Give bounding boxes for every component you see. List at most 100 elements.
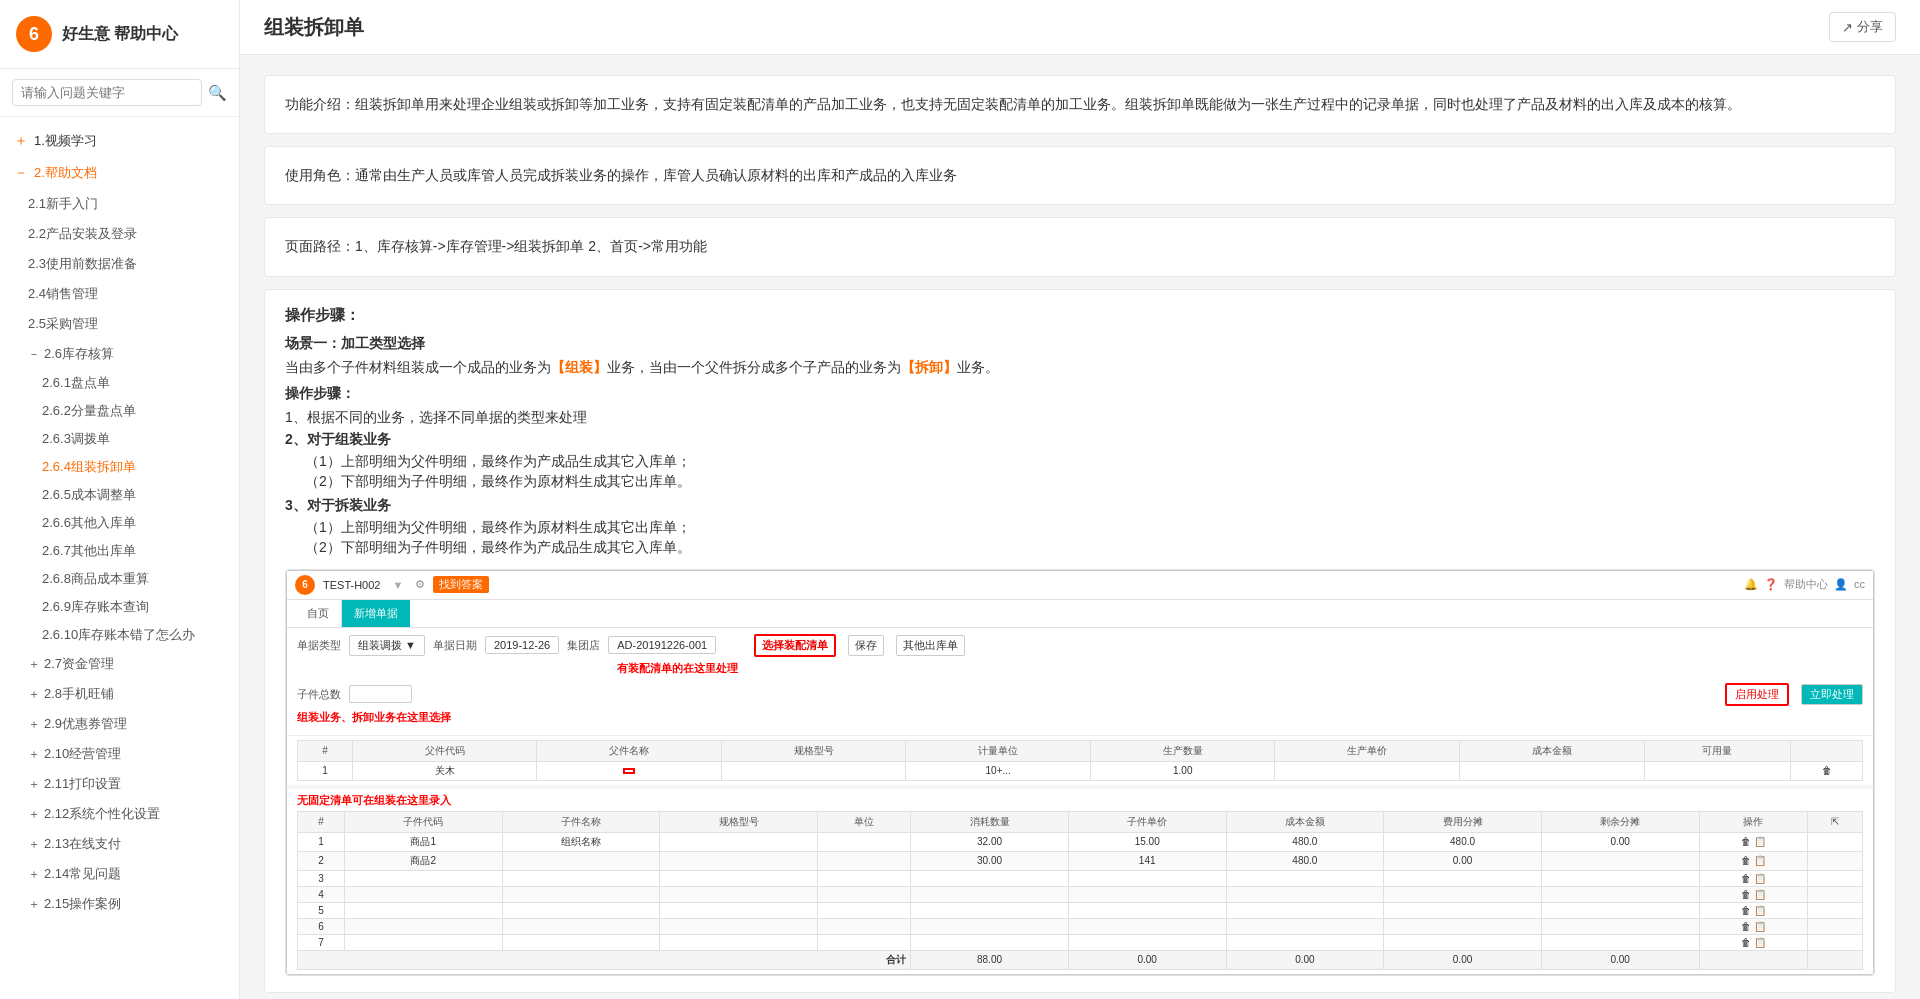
sidebar-item-inventory-error[interactable]: 2.6.10库存账本错了怎么办 (0, 621, 239, 649)
scene1-title: 场景一：加工类型选择 (285, 335, 1875, 353)
topbar-icons: 🔔 ❓ 帮助中心 👤 cc (1744, 577, 1865, 592)
sidebar-item-finance[interactable]: ＋ 2.7资金管理 (0, 649, 239, 679)
plus-icon-small7: ＋ (28, 836, 40, 853)
sidebar-item-inventory-query[interactable]: 2.6.9库存账本查询 (0, 593, 239, 621)
cell-spec (721, 761, 906, 780)
form-company-value[interactable] (349, 685, 412, 703)
sidebar-logo: 6 好生意 帮助中心 (0, 0, 239, 69)
sidebar-item-install[interactable]: 2.2产品安装及登录 (0, 219, 239, 249)
form-type-label: 单据类型 (297, 638, 341, 653)
col-unit: 计量单位 (906, 740, 1091, 761)
path-card: 页面路径：1、库存核算->库存管理->组装拆卸单 2、首页->常用功能 (264, 217, 1896, 276)
sidebar-item-payment[interactable]: ＋ 2.13在线支付 (0, 829, 239, 859)
disassembly-keyword: 【拆卸】 (901, 359, 957, 375)
sidebar-item-coupon[interactable]: ＋ 2.9优惠券管理 (0, 709, 239, 739)
sidebar-item-ops[interactable]: ＋ 2.10经营管理 (0, 739, 239, 769)
table-row: 6🗑 📋 (298, 918, 1863, 934)
upper-table-area: # 父件代码 父件名称 规格型号 计量单位 生产数量 生产单价 成本金额 可用量 (287, 736, 1873, 785)
sidebar-item-assembly[interactable]: 2.6.4组装拆卸单 (0, 453, 239, 481)
sidebar-item-inventory[interactable]: － 2.6库存核算 (0, 339, 239, 369)
annotation-label3: 启用处理 (1735, 688, 1779, 700)
cell-avail (1644, 761, 1791, 780)
table-row: 2 商品2 30.00 141 480.0 0.00 (298, 851, 1863, 870)
sidebar-item-cost-adj[interactable]: 2.6.5成本调整单 (0, 481, 239, 509)
table-row: 1 商品1 组织名称 32.00 15.00 480.0 480.0 0 (298, 832, 1863, 851)
annotation-label1: 有装配清单的在这里处理 (617, 661, 738, 676)
role-card: 使用角色：通常由生产人员或库管人员完成拆装业务的操作，库管人员确认原材料的出库和… (264, 146, 1896, 205)
share-icon: ↗ (1842, 20, 1853, 35)
plus-icon-small6: ＋ (28, 806, 40, 823)
form-action1[interactable]: 保存 (848, 635, 884, 656)
logo-text: 好生意 帮助中心 (62, 24, 178, 45)
annotation-operate: 启用处理 (1725, 683, 1789, 706)
plus-icon-small3: ＋ (28, 716, 40, 733)
col-sub-unit: 单位 (817, 811, 910, 832)
main-header: 组装拆卸单 ↗ 分享 (240, 0, 1920, 55)
col-sub-cost: 成本金额 (1226, 811, 1384, 832)
intro-text: 功能介绍：组装拆卸单用来处理企业组装或拆卸等加工业务，支持有固定装配清单的产品加… (285, 92, 1875, 117)
main-content: 组装拆卸单 ↗ 分享 功能介绍：组装拆卸单用来处理企业组装或拆卸等加工业务，支持… (240, 0, 1920, 999)
col-sub-price: 子件单价 (1068, 811, 1226, 832)
page-title: 组装拆卸单 (264, 14, 364, 41)
app-nav-tabs: 自页 新增单据 (287, 600, 1873, 628)
table-row: 1 关木 10+... 1.00 🗑 (298, 761, 1863, 780)
form-date-value[interactable]: 2019-12-26 (485, 636, 559, 654)
sidebar-item-cases[interactable]: ＋ 2.15操作案例 (0, 889, 239, 919)
intro-card: 功能介绍：组装拆卸单用来处理企业组装或拆卸等加工业务，支持有固定装配清单的产品加… (264, 75, 1896, 134)
col-sub-remain: 剩余分摊 (1541, 811, 1699, 832)
col-qty: 生产数量 (1090, 740, 1275, 761)
form-action2[interactable]: 其他出库单 (896, 635, 965, 656)
form-date-label: 单据日期 (433, 638, 477, 653)
cell-highlight (623, 768, 635, 774)
col-parent-name: 父件名称 (537, 740, 722, 761)
sidebar-item-stocktake[interactable]: 2.6.1盘点单 (0, 369, 239, 397)
cell-cost (1460, 761, 1645, 780)
sidebar-item-transfer[interactable]: 2.6.3调拨单 (0, 425, 239, 453)
scene1-desc: 当由多个子件材料组装成一个成品的业务为【组装】业务，当由一个父件拆分成多个子产品… (285, 359, 1875, 377)
sidebar-item-print[interactable]: ＋ 2.11打印设置 (0, 769, 239, 799)
app-form-area: 单据类型 组装调拨 ▼ 单据日期 2019-12-26 集团店 AD-20191… (287, 628, 1873, 736)
plus-icon: ＋ (14, 132, 28, 150)
sidebar-item-purchase[interactable]: 2.5采购管理 (0, 309, 239, 339)
form-company-label: 子件总数 (297, 687, 341, 702)
table-row: 7🗑 📋 (298, 934, 1863, 950)
cell-code: 关木 (352, 761, 537, 780)
table-row: 5🗑 📋 (298, 902, 1863, 918)
cell-op: 🗑 (1791, 761, 1863, 780)
sidebar-item-newcomer[interactable]: 2.1新手入门 (0, 189, 239, 219)
annotation-row1: 有装配清单的在这里处理 (297, 661, 1863, 681)
sidebar-item-docs[interactable]: － 2.帮助文档 (0, 157, 239, 189)
annotation-btn1[interactable]: 选择装配清单 (754, 634, 836, 657)
sidebar: 6 好生意 帮助中心 🔍 ＋ 1.视频学习 － 2.帮助文档 2.1新手入门 2… (0, 0, 240, 999)
plus-icon-small2: ＋ (28, 686, 40, 703)
sidebar-item-dataprep[interactable]: 2.3使用前数据准备 (0, 249, 239, 279)
minus-icon-small: － (28, 346, 40, 363)
step3-text: 3、对于拆装业务 (285, 497, 1875, 515)
share-button[interactable]: ↗ 分享 (1829, 12, 1896, 42)
form-type-value[interactable]: 组装调拨 ▼ (349, 635, 425, 656)
sidebar-item-partial-stocktake[interactable]: 2.6.2分量盘点单 (0, 397, 239, 425)
sidebar-item-cost-recalc[interactable]: 2.6.8商品成本重算 (0, 565, 239, 593)
form-bill-value[interactable]: AD-20191226-001 (608, 636, 716, 654)
sidebar-item-other-in[interactable]: 2.6.6其他入库单 (0, 509, 239, 537)
cell-num: 1 (298, 761, 353, 780)
step2-sub1-text: （1）上部明细为父件明细，最终作为产成品生成其它入库单； (305, 453, 1875, 471)
sidebar-item-other-out[interactable]: 2.6.7其他出库单 (0, 537, 239, 565)
sidebar-item-sales[interactable]: 2.4销售管理 (0, 279, 239, 309)
topbar-btn[interactable]: 找到答案 (433, 576, 489, 593)
sidebar-item-mobile[interactable]: ＋ 2.8手机旺铺 (0, 679, 239, 709)
search-button[interactable]: 🔍 (208, 84, 227, 102)
step3-sub1-text: （1）上部明细为父件明细，最终作为原材料生成其它出库单； (305, 519, 1875, 537)
app-tab-home[interactable]: 自页 (295, 600, 342, 627)
app-tab-new[interactable]: 新增单据 (342, 600, 410, 627)
app-topbar-logo: 6 (295, 575, 315, 595)
sidebar-item-faq[interactable]: ＋ 2.14常见问题 (0, 859, 239, 889)
sidebar-item-personalize[interactable]: ＋ 2.12系统个性化设置 (0, 799, 239, 829)
form-submit[interactable]: 立即处理 (1801, 684, 1863, 705)
sidebar-item-video[interactable]: ＋ 1.视频学习 (0, 125, 239, 157)
search-input[interactable] (12, 79, 202, 106)
col-cost: 成本金额 (1460, 740, 1645, 761)
role-text: 使用角色：通常由生产人员或库管人员完成拆装业务的操作，库管人员确认原材料的出库和… (285, 163, 1875, 188)
minus-icon: － (14, 164, 28, 182)
table-row: 4🗑 📋 (298, 886, 1863, 902)
